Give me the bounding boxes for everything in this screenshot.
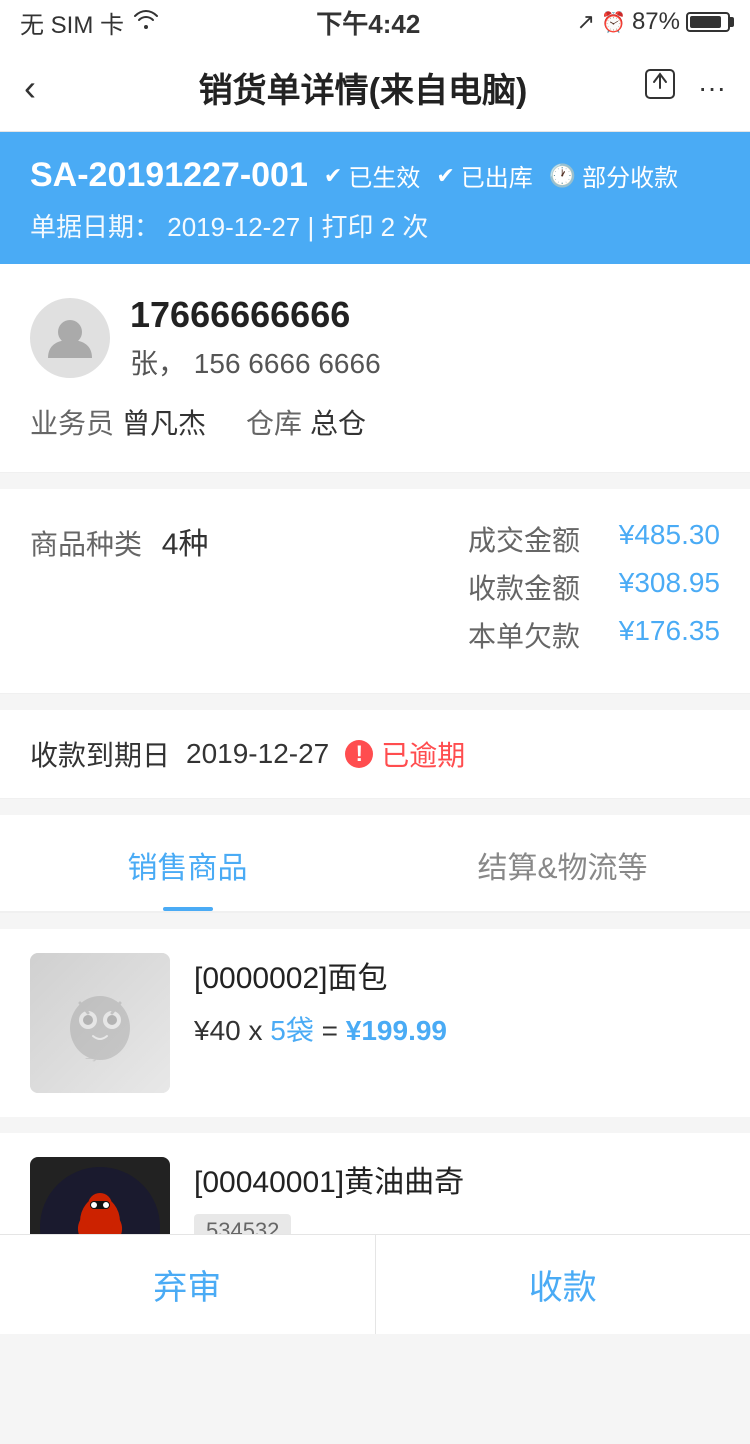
product-name-1: [0000002]面包	[194, 953, 720, 997]
nav-bar: ‹ 销货单详情(来自电脑) ···	[0, 44, 750, 132]
sales-person: 业务员 曾凡杰	[30, 402, 206, 442]
bottom-bar: 弃审 收款	[0, 1234, 750, 1334]
order-id: SA-20191227-001	[30, 156, 308, 195]
status-effective: ✔ 已生效	[324, 158, 420, 193]
alarm-icon: ⏰	[601, 10, 626, 35]
list-item: 鸟+ [0000002]面包 ¥40 x 5袋 = ¥199.99	[0, 929, 750, 1117]
order-status-row: SA-20191227-001 ✔ 已生效 ✔ 已出库 🕐 部分收款	[30, 156, 720, 195]
status-time: 下午4:42	[316, 4, 420, 41]
debt-row: 本单欠款 ¥176.35	[468, 615, 720, 655]
amount-row: 成交金额 ¥485.30	[468, 519, 720, 559]
overdue-badge: ! 已逾期	[345, 734, 465, 774]
financial-stats: 成交金额 ¥485.30 收款金额 ¥308.95 本单欠款 ¥176.35	[468, 519, 720, 663]
clock-icon: 🕐	[549, 163, 576, 189]
product-price-1: ¥40 x 5袋 = ¥199.99	[194, 1009, 720, 1049]
customer-phone: 张， 156 6666 6666	[130, 342, 381, 382]
cancel-button[interactable]: 弃审	[0, 1235, 376, 1334]
user-avatar-icon	[44, 312, 96, 364]
check-icon-2: ✔	[436, 163, 454, 189]
due-date-section: 收款到期日 2019-12-27 ! 已逾期	[0, 710, 750, 799]
product-name-2: [00040001]黄油曲奇	[194, 1157, 720, 1201]
back-button[interactable]: ‹	[24, 67, 84, 109]
avatar	[30, 298, 110, 378]
due-date-value: 2019-12-27	[186, 738, 329, 770]
battery-percent: 87%	[632, 8, 680, 36]
customer-row: 17666666666 张， 156 6666 6666	[30, 294, 720, 382]
export-button[interactable]	[642, 66, 678, 109]
wifi-icon	[132, 8, 160, 36]
customer-name: 17666666666	[130, 294, 381, 336]
check-icon-1: ✔	[324, 163, 342, 189]
svg-text:鸟+: 鸟+	[85, 1048, 104, 1063]
carrier-label: 无 SIM 卡	[20, 5, 124, 40]
status-left: 无 SIM 卡	[20, 5, 160, 40]
due-date-label: 收款到期日	[30, 734, 170, 774]
customer-section: 17666666666 张， 156 6666 6666 业务员 曾凡杰 仓库 …	[0, 264, 750, 473]
tab-settlement[interactable]: 结算&物流等	[375, 815, 750, 911]
tabs-section: 销售商品 结算&物流等	[0, 815, 750, 913]
stats-row: 商品种类 4种 成交金额 ¥485.30 收款金额 ¥308.95 本单欠款 ¥…	[30, 519, 720, 663]
status-bar: 无 SIM 卡 下午4:42 ↗ ⏰ 87%	[0, 0, 750, 44]
product-image-1: 鸟+	[30, 953, 170, 1093]
owl-icon: 鸟+	[55, 978, 145, 1068]
received-row: 收款金额 ¥308.95	[468, 567, 720, 607]
order-banner: SA-20191227-001 ✔ 已生效 ✔ 已出库 🕐 部分收款 单据日期：…	[0, 132, 750, 264]
warehouse: 仓库 总仓	[246, 402, 366, 442]
confirm-button[interactable]: 收款	[376, 1235, 750, 1334]
product-info-1: [0000002]面包 ¥40 x 5袋 = ¥199.99	[194, 953, 720, 1049]
tab-products[interactable]: 销售商品	[0, 815, 375, 911]
product-count: 商品种类 4种	[30, 519, 208, 563]
status-right: ↗ ⏰ 87%	[577, 8, 730, 36]
battery-icon	[686, 12, 730, 32]
order-date-row: 单据日期： 2019-12-27 | 打印 2 次	[30, 207, 720, 244]
status-partial-payment: 🕐 部分收款	[549, 158, 678, 193]
more-button[interactable]: ···	[698, 72, 726, 104]
overdue-icon: !	[345, 740, 373, 768]
product-placeholder-1: 鸟+	[30, 953, 170, 1093]
nav-actions: ···	[642, 66, 726, 109]
customer-meta: 业务员 曾凡杰 仓库 总仓	[30, 402, 720, 442]
page-title: 销货单详情(来自电脑)	[84, 63, 642, 112]
overdue-text: 已逾期	[381, 734, 465, 774]
customer-info: 17666666666 张， 156 6666 6666	[130, 294, 381, 382]
location-icon: ↗	[577, 9, 595, 35]
stats-section: 商品种类 4种 成交金额 ¥485.30 收款金额 ¥308.95 本单欠款 ¥…	[0, 489, 750, 694]
status-shipped: ✔ 已出库	[436, 158, 532, 193]
